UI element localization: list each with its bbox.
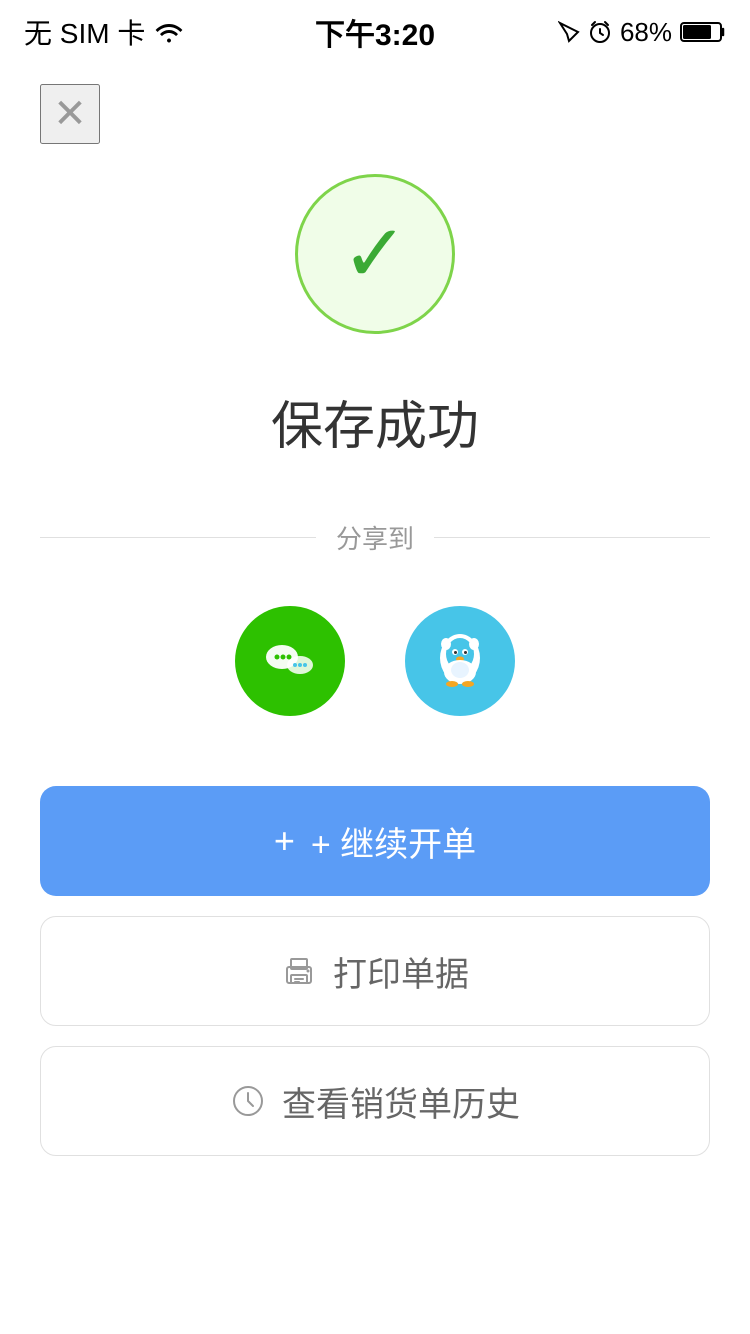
history-label: 查看销货单历史: [282, 1077, 520, 1126]
plus-icon: +: [274, 820, 295, 862]
checkmark-icon: ✓: [341, 214, 408, 294]
main-content: ✕ ✓ 保存成功 分享到: [0, 64, 750, 1156]
location-icon: [558, 21, 580, 43]
alarm-icon: [588, 20, 612, 44]
divider-line-right: [434, 537, 710, 538]
print-button[interactable]: 打印单据: [40, 916, 710, 1026]
print-icon: [281, 953, 317, 989]
battery-icon: [680, 20, 726, 44]
wechat-share-button[interactable]: [235, 606, 345, 716]
no-sim-label: 无 SIM 卡: [24, 12, 145, 52]
status-right: 68%: [558, 17, 726, 48]
success-circle: ✓: [295, 174, 455, 334]
success-title: 保存成功: [271, 384, 479, 459]
qq-icon: [428, 626, 492, 696]
share-label: 分享到: [336, 519, 414, 556]
continue-order-button[interactable]: + + 继续开单: [40, 786, 710, 896]
status-bar: 无 SIM 卡 下午3:20 68%: [0, 0, 750, 64]
close-icon: ✕: [53, 94, 87, 134]
wifi-icon: [155, 21, 183, 43]
action-buttons: + + 继续开单 打印单据 查看销货单历史: [40, 786, 710, 1156]
battery-label: 68%: [620, 17, 672, 48]
share-divider: 分享到: [40, 519, 710, 556]
print-label: 打印单据: [333, 947, 469, 996]
continue-order-label: + 继续开单: [311, 817, 476, 866]
close-button[interactable]: ✕: [40, 84, 100, 144]
history-icon: [230, 1083, 266, 1119]
qq-share-button[interactable]: [405, 606, 515, 716]
status-left: 无 SIM 卡: [24, 12, 183, 52]
wechat-icon: [258, 629, 322, 693]
status-time: 下午3:20: [315, 10, 435, 54]
share-icons: [235, 606, 515, 716]
divider-line-left: [40, 537, 316, 538]
view-history-button[interactable]: 查看销货单历史: [40, 1046, 710, 1156]
